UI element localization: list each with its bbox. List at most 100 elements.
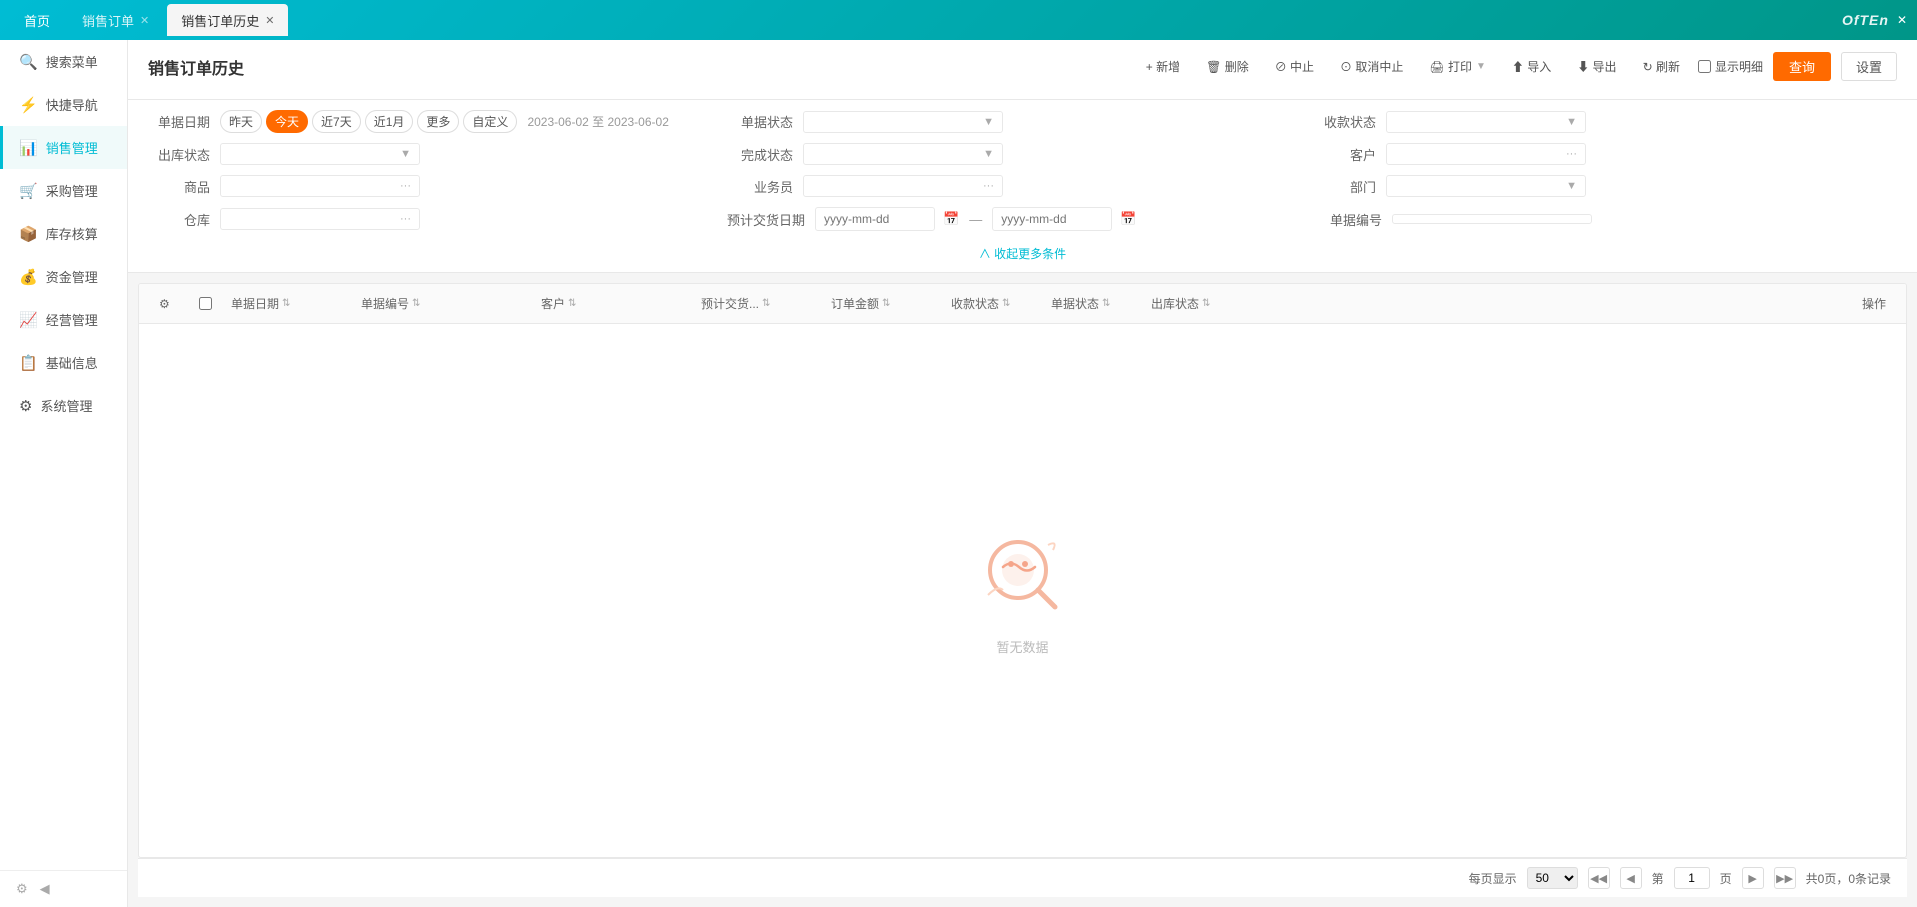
sidebar-item-operations-label: 经营管理 <box>46 310 98 329</box>
order-no-input[interactable] <box>1392 214 1592 224</box>
th-operation-label: 操作 <box>1862 295 1886 312</box>
tab-sales-order-close[interactable]: ✕ <box>140 14 149 27</box>
first-page-icon: ◀◀ <box>1590 872 1607 885</box>
th-out-status[interactable]: 出库状态 ⇅ <box>1141 287 1241 320</box>
complete-status-select[interactable]: ▼ <box>803 143 1003 165</box>
sidebar-item-inventory-label: 库存核算 <box>46 224 98 243</box>
delivery-sort-icon: ⇅ <box>762 298 770 309</box>
customer-select[interactable]: ··· <box>1386 143 1586 165</box>
sidebar-item-sales-mgmt[interactable]: 📊 销售管理 <box>0 126 127 169</box>
delivery-date-end-input[interactable] <box>992 207 1112 231</box>
page-header: 销售订单历史 + 新增 🗑 删除 ⊘ 中止 ⊙ 取消中止 🖨 <box>128 40 1917 100</box>
sidebar-collapse-icon[interactable]: ◀ <box>40 881 50 897</box>
pay-status-arrow: ▼ <box>1566 116 1577 128</box>
prev-page-button[interactable]: ◀ <box>1620 867 1642 889</box>
th-date[interactable]: 单据日期 ⇅ <box>221 287 351 320</box>
date-range-display: 2023-06-02 至 2023-06-02 <box>527 113 668 130</box>
sidebar-item-basic-info-label: 基础信息 <box>46 353 98 372</box>
filter-row-3: 商品 ··· 业务员 ··· 部门 <box>148 175 1897 197</box>
system-icon: ⚙ <box>19 397 32 415</box>
warehouse-select[interactable]: ··· <box>220 208 420 230</box>
date-filter-control: 昨天 今天 近7天 近1月 更多 自定义 2023-06-02 至 2023-0… <box>220 110 731 133</box>
last-page-button[interactable]: ▶▶ <box>1774 867 1796 889</box>
refresh-button[interactable]: ↻ 刷新 <box>1635 54 1688 79</box>
sidebar: 🔍 搜索菜单 ⚡ 快捷导航 📊 销售管理 🛒 采购管理 📦 库存核算 💰 资金管… <box>0 40 128 907</box>
operations-icon: 📈 <box>19 311 38 329</box>
date-btn-custom[interactable]: 自定义 <box>463 110 517 133</box>
out-status-select[interactable]: ▼ <box>220 143 420 165</box>
search-menu-icon: 🔍 <box>19 53 38 71</box>
filter-section: 单据日期 昨天 今天 近7天 近1月 更多 自定义 2023-06-02 至 2… <box>128 100 1917 273</box>
next-page-icon: ▶ <box>1748 872 1756 885</box>
print-button[interactable]: 🖨 打印 ▼ <box>1421 54 1493 79</box>
th-delivery[interactable]: 预计交货... ⇅ <box>691 287 821 320</box>
order-status-arrow: ▼ <box>983 116 994 128</box>
show-detail-input[interactable] <box>1698 60 1711 73</box>
sidebar-item-operations[interactable]: 📈 经营管理 <box>0 298 127 341</box>
sidebar-item-basic-info[interactable]: 📋 基础信息 <box>0 341 127 384</box>
th-amount[interactable]: 订单金额 ⇅ <box>821 287 941 320</box>
salesperson-label: 业务员 <box>731 177 803 196</box>
select-all-checkbox[interactable] <box>199 297 212 310</box>
settings-col-icon: ⚙ <box>159 297 170 311</box>
tab-sales-order-history-close[interactable]: ✕ <box>265 14 274 27</box>
th-order-no-label: 单据编号 <box>361 295 409 312</box>
date-btn-today[interactable]: 今天 <box>266 110 308 133</box>
tab-sales-order[interactable]: 销售订单 ✕ <box>68 4 163 36</box>
sidebar-item-system[interactable]: ⚙ 系统管理 <box>0 384 127 427</box>
th-order-status[interactable]: 单据状态 ⇅ <box>1041 287 1141 320</box>
show-detail-checkbox[interactable]: 显示明细 <box>1698 58 1763 75</box>
sidebar-item-purchase-mgmt[interactable]: 🛒 采购管理 <box>0 169 127 212</box>
th-checkbox[interactable] <box>189 289 221 318</box>
sidebar-item-sales-mgmt-label: 销售管理 <box>46 138 98 157</box>
date-btn-7days[interactable]: 近7天 <box>312 110 361 133</box>
order-status-select[interactable]: ▼ <box>803 111 1003 133</box>
sidebar-item-search-menu[interactable]: 🔍 搜索菜单 <box>0 40 127 83</box>
delete-button[interactable]: 🗑 删除 <box>1198 54 1257 79</box>
tab-home[interactable]: 首页 <box>10 4 64 36</box>
th-date-label: 单据日期 <box>231 295 279 312</box>
stop-button[interactable]: ⊘ 中止 <box>1267 54 1322 79</box>
delivery-date-start-input[interactable] <box>815 207 935 231</box>
date-btn-more[interactable]: 更多 <box>417 110 459 133</box>
pay-status-label: 收款状态 <box>1314 112 1386 131</box>
th-pay-status[interactable]: 收款状态 ⇅ <box>941 287 1041 320</box>
current-page-input[interactable] <box>1674 867 1710 889</box>
import-button-label: ⬆ 导入 <box>1512 58 1551 75</box>
date-btn-yesterday[interactable]: 昨天 <box>220 110 262 133</box>
dept-control: ▼ <box>1386 175 1897 197</box>
window-close-icon[interactable]: ✕ <box>1897 13 1907 27</box>
export-button[interactable]: ⬇ 导出 <box>1569 54 1624 79</box>
th-settings[interactable]: ⚙ <box>149 289 189 319</box>
new-button[interactable]: + 新增 <box>1138 54 1188 79</box>
product-select[interactable]: ··· <box>220 175 420 197</box>
import-button[interactable]: ⬆ 导入 <box>1504 54 1559 79</box>
page-size-select[interactable]: 50 20 100 <box>1527 867 1578 889</box>
first-page-button[interactable]: ◀◀ <box>1588 867 1610 889</box>
th-customer[interactable]: 客户 ⇅ <box>531 287 691 320</box>
query-button[interactable]: 查询 <box>1773 52 1831 81</box>
dept-select[interactable]: ▼ <box>1386 175 1586 197</box>
filter-row-2: 出库状态 ▼ 完成状态 ▼ 客户 <box>148 143 1897 165</box>
delete-button-label: 🗑 删除 <box>1206 58 1249 75</box>
order-status-label: 单据状态 <box>731 112 803 131</box>
date-btn-1month[interactable]: 近1月 <box>365 110 414 133</box>
sidebar-item-quick-nav[interactable]: ⚡ 快捷导航 <box>0 83 127 126</box>
collapse-row[interactable]: ∧ 收起更多条件 <box>148 241 1897 262</box>
settings-button[interactable]: 设置 <box>1841 52 1897 81</box>
cancel-stop-button-label: ⊙ 取消中止 <box>1340 58 1403 75</box>
salesperson-control: ··· <box>803 175 1314 197</box>
cancel-stop-button[interactable]: ⊙ 取消中止 <box>1332 54 1411 79</box>
th-order-no[interactable]: 单据编号 ⇅ <box>351 287 531 320</box>
quick-nav-icon: ⚡ <box>19 96 38 114</box>
sidebar-settings-icon[interactable]: ⚙ <box>16 881 28 897</box>
tab-sales-order-history[interactable]: 销售订单历史 ✕ <box>167 4 288 36</box>
filter-row-4: 仓库 ··· 预计交货日期 📅 — 📅 单据编号 <box>148 207 1897 231</box>
sidebar-item-quick-nav-label: 快捷导航 <box>46 95 98 114</box>
salesperson-select[interactable]: ··· <box>803 175 1003 197</box>
sidebar-item-inventory[interactable]: 📦 库存核算 <box>0 212 127 255</box>
sidebar-item-finance[interactable]: 💰 资金管理 <box>0 255 127 298</box>
next-page-button[interactable]: ▶ <box>1742 867 1764 889</box>
brand-text: OfTEn <box>1842 12 1889 28</box>
pay-status-select[interactable]: ▼ <box>1386 111 1586 133</box>
